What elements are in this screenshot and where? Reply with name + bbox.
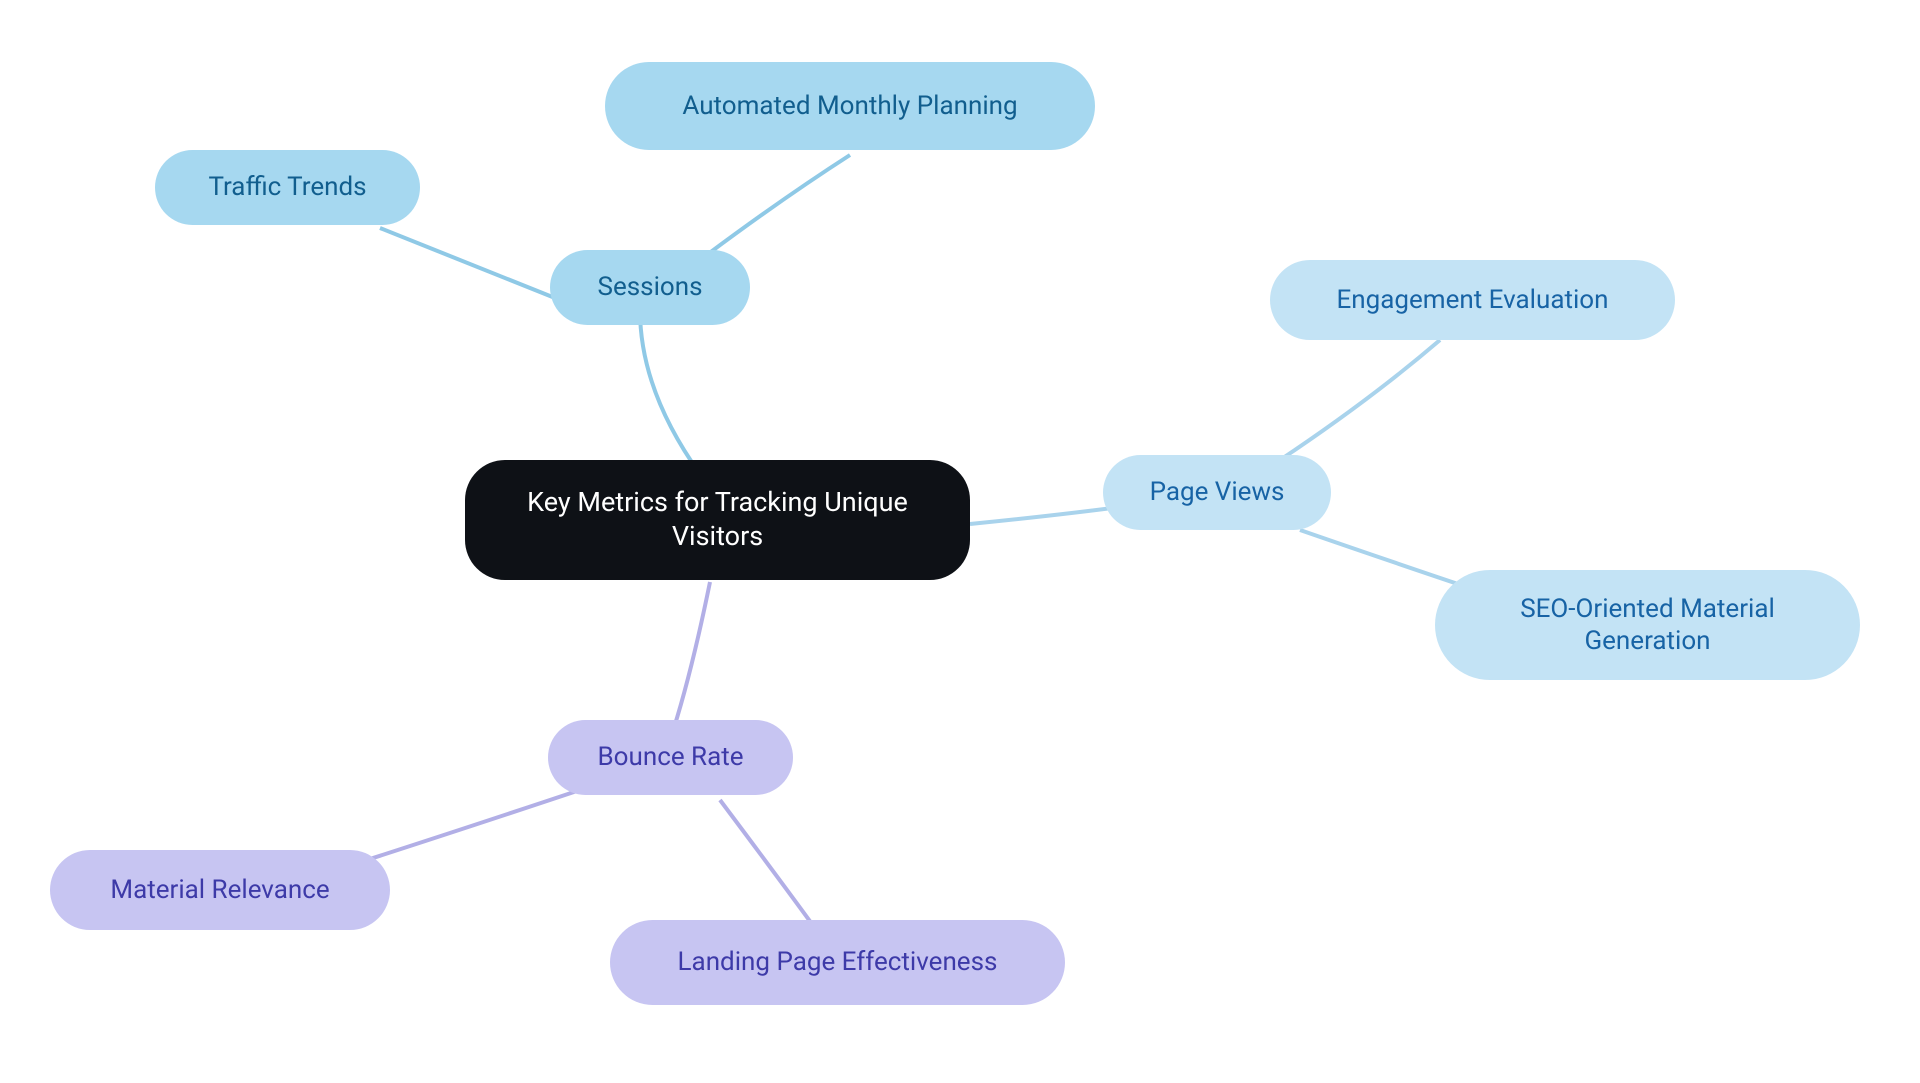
node-material-relevance[interactable]: Material Relevance bbox=[50, 850, 390, 930]
node-landing-page-effectiveness-label: Landing Page Effectiveness bbox=[678, 946, 998, 979]
node-bounce-rate-label: Bounce Rate bbox=[597, 741, 743, 774]
node-automated-monthly-planning[interactable]: Automated Monthly Planning bbox=[605, 62, 1095, 150]
node-seo-material-generation-label: SEO-Oriented Material Generation bbox=[1463, 593, 1832, 658]
node-automated-monthly-planning-label: Automated Monthly Planning bbox=[682, 90, 1017, 123]
root-node[interactable]: Key Metrics for Tracking Unique Visitors bbox=[465, 460, 970, 580]
node-bounce-rate[interactable]: Bounce Rate bbox=[548, 720, 793, 795]
node-page-views-label: Page Views bbox=[1150, 476, 1285, 509]
node-seo-material-generation[interactable]: SEO-Oriented Material Generation bbox=[1435, 570, 1860, 680]
node-landing-page-effectiveness[interactable]: Landing Page Effectiveness bbox=[610, 920, 1065, 1005]
node-sessions[interactable]: Sessions bbox=[550, 250, 750, 325]
node-engagement-evaluation-label: Engagement Evaluation bbox=[1337, 284, 1609, 317]
node-sessions-label: Sessions bbox=[598, 271, 703, 304]
mindmap-canvas: Key Metrics for Tracking Unique Visitors… bbox=[0, 0, 1920, 1083]
node-traffic-trends-label: Traffic Trends bbox=[208, 171, 366, 204]
root-label: Key Metrics for Tracking Unique Visitors bbox=[505, 486, 930, 554]
node-traffic-trends[interactable]: Traffic Trends bbox=[155, 150, 420, 225]
node-engagement-evaluation[interactable]: Engagement Evaluation bbox=[1270, 260, 1675, 340]
node-material-relevance-label: Material Relevance bbox=[110, 874, 329, 907]
node-page-views[interactable]: Page Views bbox=[1103, 455, 1331, 530]
